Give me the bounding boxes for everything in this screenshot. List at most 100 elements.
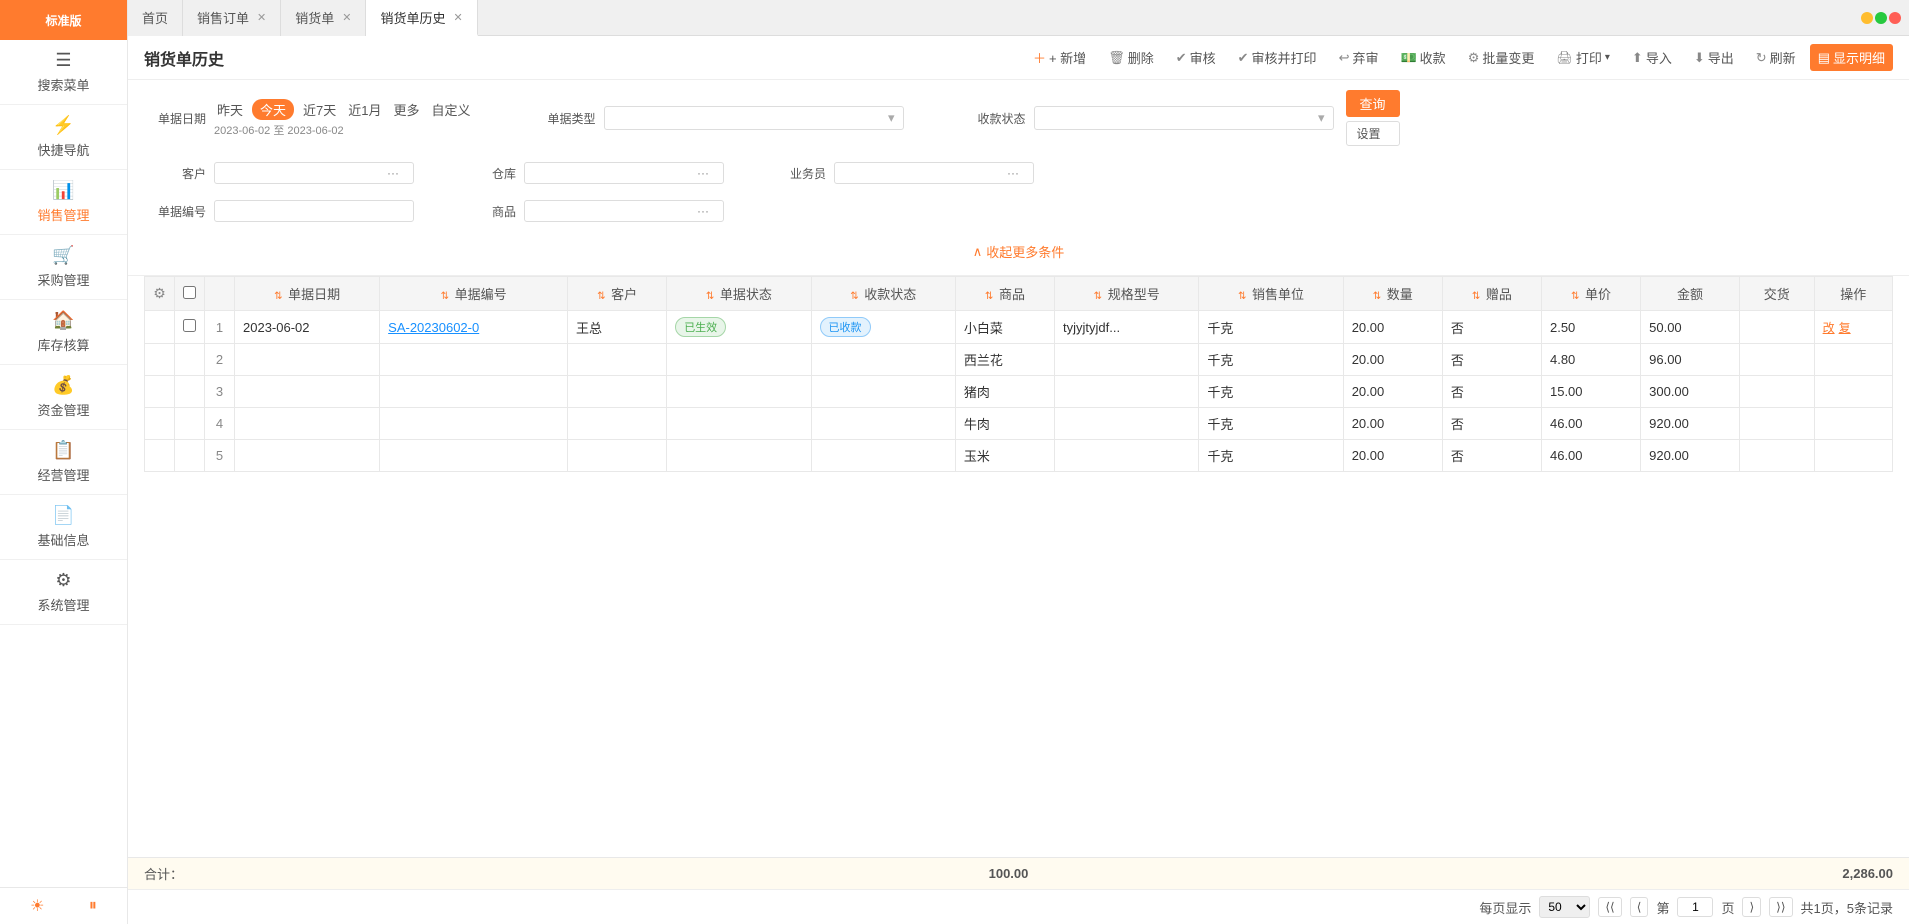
warehouse-input[interactable] [533,166,693,180]
collect-button[interactable]: 💵 收款 [1392,44,1453,71]
first-page-button[interactable]: ⟨⟨ [1598,897,1621,917]
sidebar-item-quick-nav[interactable]: ⚡ 快捷导航 [0,105,127,170]
print-button[interactable]: 🖨 打印 ▾ [1548,44,1618,71]
audit-button[interactable]: ✔ 审核 [1168,44,1224,71]
salesperson-ellipsis-icon[interactable]: ··· [1007,166,1019,180]
query-button[interactable]: 查询 [1346,90,1400,117]
col-gift[interactable]: ⇅ 赠品 [1442,277,1541,311]
row-checkbox-cell [175,376,205,408]
sidebar-item-finance-mgmt[interactable]: 💰 资金管理 [0,365,127,430]
page-size-select[interactable]: 50 100 200 [1539,896,1590,918]
collapse-icon: ∧ [973,244,983,260]
product-input[interactable] [533,204,693,218]
minimize-button[interactable] [1861,12,1873,24]
sidebar-item-inventory-calc[interactable]: 🏠 库存核算 [0,300,127,365]
row-customer: 王总 [568,311,667,344]
salesperson-input[interactable] [843,166,1003,180]
collapse-button[interactable]: ∧ 收起更多条件 [144,238,1893,265]
row-checkbox[interactable] [183,319,196,332]
refresh-button[interactable]: ↻ 刷新 [1748,44,1804,71]
prev-page-button[interactable]: ⟨ [1630,897,1649,917]
col-quantity[interactable]: ⇅ 数量 [1343,277,1442,311]
tab-close-sales-delivery[interactable]: ✕ [342,11,351,24]
doc-number-link[interactable]: SA-20230602-0 [388,320,479,335]
last-page-button[interactable]: ⟩⟩ [1769,897,1792,917]
collection-status-select[interactable]: ▾ [1034,106,1334,130]
row-doc-number[interactable]: SA-20230602-0 [380,311,568,344]
copy-op-button[interactable]: 复 [1839,319,1851,336]
col-doc-number[interactable]: ⇅ 单据编号 [380,277,568,311]
date-tab-more[interactable]: 更多 [391,99,423,120]
row-product: 西兰花 [955,344,1054,376]
col-gear-icon[interactable]: ⚙ [153,285,166,301]
show-detail-button[interactable]: ▤ 显示明细 [1810,44,1893,71]
row-spec-type [1055,344,1199,376]
tab-close-sales-history[interactable]: ✕ [454,11,463,24]
date-tab-1month[interactable]: 近1月 [345,99,384,120]
doc-type-select[interactable]: ▾ [604,106,904,130]
col-doc-status[interactable]: ⇅ 单据状态 [667,277,811,311]
sort-spec-type-icon: ⇅ [1094,291,1102,302]
pause-bottom-icon[interactable]: ⏸ [89,897,97,915]
row-index: 1 [205,311,235,344]
maximize-button[interactable] [1875,12,1887,24]
product-ellipsis-icon[interactable]: ··· [697,204,709,218]
main-area: 首页 销售订单 ✕ 销货单 ✕ 销货单历史 ✕ 销货单历史 ＋ [128,0,1909,924]
col-checkbox[interactable] [175,277,205,311]
sidebar-item-label: 库存核算 [37,335,89,354]
settings-button[interactable]: 设置 [1346,121,1400,146]
col-collection-status[interactable]: ⇅ 收款状态 [811,277,955,311]
row-customer [568,440,667,472]
import-button[interactable]: ⬆ 导入 [1624,44,1680,71]
table-footer: 合计： 100.00 2,286.00 [128,857,1909,889]
next-page-button[interactable]: ⟩ [1742,897,1761,917]
page-size-label: 每页显示 [1479,898,1531,917]
customer-ellipsis-icon[interactable]: ··· [387,166,399,180]
new-button[interactable]: ＋ + 新增 [1025,44,1094,71]
sidebar-item-label: 销售管理 [37,205,89,224]
export-button[interactable]: ⬇ 导出 [1686,44,1742,71]
customer-input[interactable] [223,166,383,180]
delete-button[interactable]: 🗑 删除 [1100,44,1162,71]
batch-change-button[interactable]: ⚙ 批量变更 [1460,44,1543,71]
batch-change-icon: ⚙ [1468,50,1480,66]
abandon-button[interactable]: ↩ 弃审 [1331,44,1387,71]
sidebar-item-label: 经营管理 [37,465,89,484]
audit-print-button[interactable]: ✔ 审核并打印 [1230,44,1325,71]
col-settings[interactable]: ⚙ [145,277,175,311]
date-tab-yesterday[interactable]: 昨天 [214,99,246,120]
doc-number-input[interactable] [214,200,414,222]
salesperson-label: 业务员 [764,165,834,182]
col-unit-price[interactable]: ⇅ 单价 [1541,277,1640,311]
select-all-checkbox[interactable] [183,286,196,299]
tab-sales-delivery[interactable]: 销货单 ✕ [281,0,366,36]
sidebar-item-label: 系统管理 [37,595,89,614]
date-tab-custom[interactable]: 自定义 [429,99,474,120]
sidebar-item-basic-info[interactable]: 📄 基础信息 [0,495,127,560]
date-tab-today[interactable]: 今天 [252,99,294,120]
col-customer[interactable]: ⇅ 客户 [568,277,667,311]
col-sales-unit[interactable]: ⇅ 销售单位 [1199,277,1343,311]
sidebar-item-sys-mgmt[interactable]: ⚙ 系统管理 [0,560,127,625]
settings-bottom-icon[interactable]: ☀ [30,896,44,916]
tab-sales-order[interactable]: 销售订单 ✕ [183,0,281,36]
close-button[interactable] [1889,12,1901,24]
tab-sales-history[interactable]: 销货单历史 ✕ [366,0,477,36]
col-doc-date[interactable]: ⇅ 单据日期 [235,277,380,311]
page-number-input[interactable] [1677,897,1713,917]
toolbar: ＋ + 新增 🗑 删除 ✔ 审核 ✔ 审核并打印 ↩ 弃审 [1025,44,1893,71]
sidebar-item-sales-mgmt[interactable]: 📊 销售管理 [0,170,127,235]
tab-home[interactable]: 首页 [128,0,183,36]
page-title: 销货单历史 [144,46,1025,70]
warehouse-ellipsis-icon[interactable]: ··· [697,166,709,180]
edit-op-button[interactable]: 改 [1823,319,1835,336]
col-spec-type[interactable]: ⇅ 规格型号 [1055,277,1199,311]
tab-close-sales-order[interactable]: ✕ [257,11,266,24]
col-product[interactable]: ⇅ 商品 [955,277,1054,311]
sidebar-item-search-menu[interactable]: ☰ 搜索菜单 [0,40,127,105]
date-tab-7days[interactable]: 近7天 [300,99,339,120]
purchase-mgmt-icon: 🛒 [52,245,74,266]
sidebar-item-ops-mgmt[interactable]: 📋 经营管理 [0,430,127,495]
customer-label: 客户 [144,165,214,182]
sidebar-item-purchase-mgmt[interactable]: 🛒 采购管理 [0,235,127,300]
